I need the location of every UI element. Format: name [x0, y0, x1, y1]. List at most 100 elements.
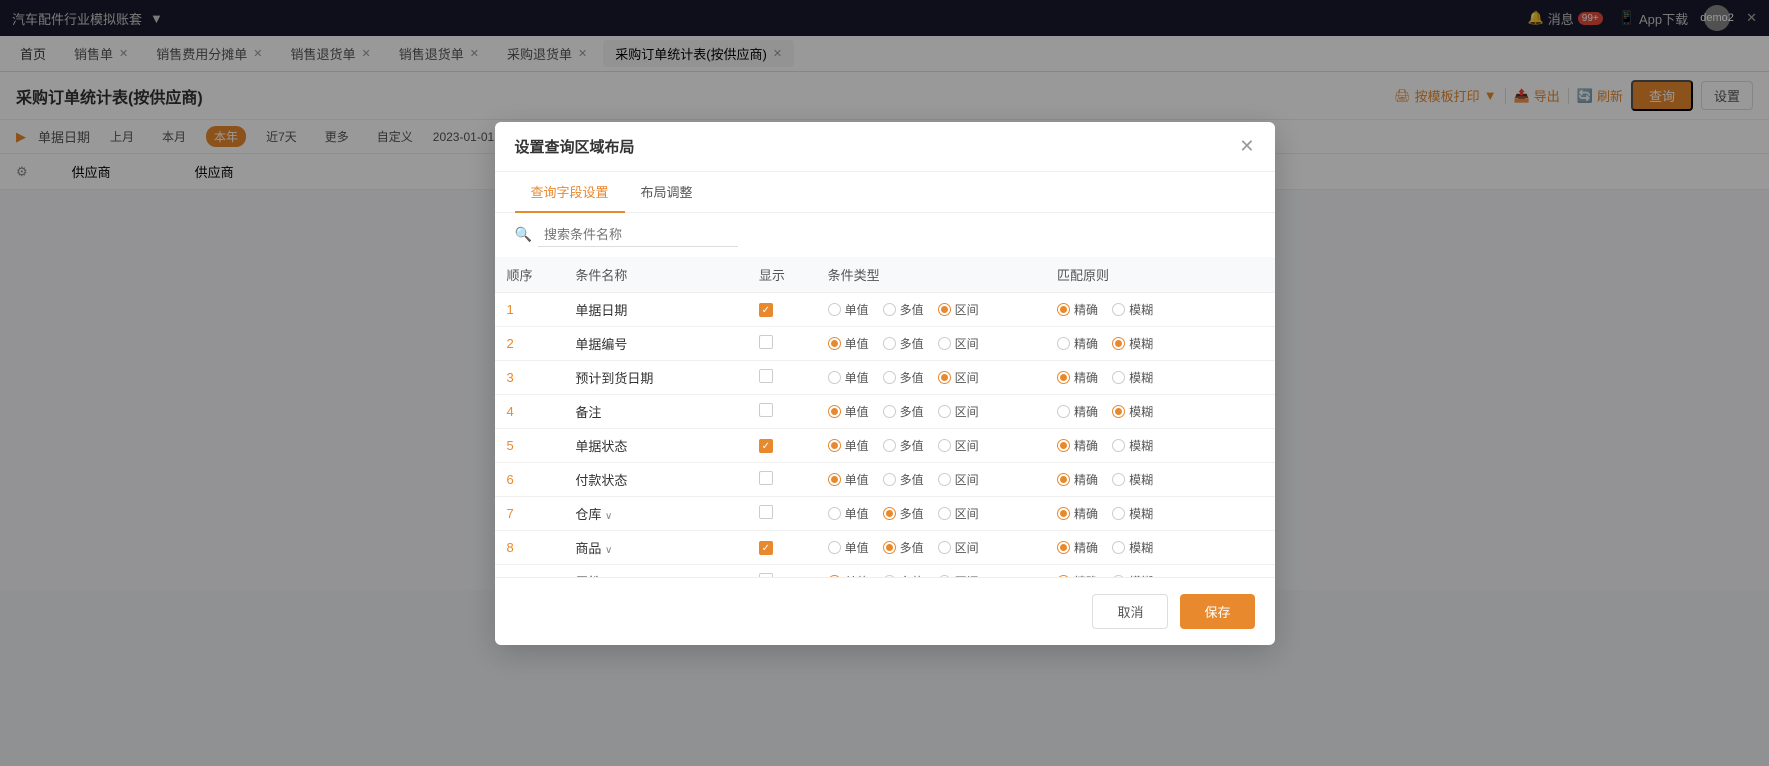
modal-overlay[interactable]: 设置查询区域布局 ✕ 查询字段设置 布局调整 🔍 顺序 条件名称 [0, 0, 1769, 766]
match-radio-模糊[interactable]: 模糊 [1112, 539, 1153, 556]
radio-label: 区间 [955, 471, 979, 488]
radio-circle [1057, 337, 1070, 350]
type-radio-多值[interactable]: 多值 [883, 301, 924, 318]
row-condition-name: 仓库 ∨ [563, 496, 747, 530]
th-display: 显示 [747, 257, 816, 293]
type-radio-多值[interactable]: 多值 [883, 403, 924, 420]
display-checkbox[interactable] [759, 439, 773, 453]
display-checkbox[interactable] [759, 403, 773, 417]
row-display-checkbox[interactable] [747, 360, 816, 394]
type-radio-单值[interactable]: 单值 [828, 505, 869, 522]
type-radio-单值[interactable]: 单值 [828, 437, 869, 454]
radio-circle [1057, 371, 1070, 384]
type-radio-区间[interactable]: 区间 [938, 335, 979, 352]
match-radio-模糊[interactable]: 模糊 [1112, 335, 1153, 352]
match-radio-精确[interactable]: 精确 [1057, 437, 1098, 454]
type-radio-多值[interactable]: 多值 [883, 505, 924, 522]
type-radio-多值[interactable]: 多值 [883, 437, 924, 454]
radio-circle [1112, 303, 1125, 316]
row-display-checkbox[interactable] [747, 530, 816, 564]
display-checkbox[interactable] [759, 471, 773, 485]
row-condition-name: 属性 ∨ [563, 564, 747, 577]
row-order: 4 [495, 394, 564, 428]
type-radio-多值[interactable]: 多值 [883, 369, 924, 386]
row-display-checkbox[interactable] [747, 326, 816, 360]
modal-tab-fields[interactable]: 查询字段设置 [515, 172, 625, 213]
type-radio-单值[interactable]: 单值 [828, 301, 869, 318]
display-checkbox[interactable] [759, 303, 773, 317]
row-display-checkbox[interactable] [747, 292, 816, 326]
radio-circle [1112, 473, 1125, 486]
row-match-radio: 精确模糊 [1045, 530, 1274, 564]
match-radio-精确[interactable]: 精确 [1057, 539, 1098, 556]
display-checkbox[interactable] [759, 541, 773, 555]
match-radio-模糊[interactable]: 模糊 [1112, 369, 1153, 386]
radio-circle [1112, 541, 1125, 554]
row-type-radio: 单值多值区间 [816, 394, 1045, 428]
match-radio-模糊[interactable]: 模糊 [1112, 437, 1153, 454]
settings-table-wrap: 顺序 条件名称 显示 条件类型 匹配原则 1单据日期单值多值区间精确模糊2单据编… [495, 257, 1275, 577]
match-radio-模糊[interactable]: 模糊 [1112, 505, 1153, 522]
match-radio-模糊[interactable]: 模糊 [1112, 403, 1153, 420]
match-radio-精确[interactable]: 精确 [1057, 335, 1098, 352]
modal-tabs: 查询字段设置 布局调整 [495, 172, 1275, 213]
type-radio-单值[interactable]: 单值 [828, 335, 869, 352]
type-radio-多值[interactable]: 多值 [883, 471, 924, 488]
row-order: 9 [495, 564, 564, 577]
modal-search-input[interactable] [538, 223, 738, 247]
type-radio-单值[interactable]: 单值 [828, 403, 869, 420]
match-radio-精确[interactable]: 精确 [1057, 301, 1098, 318]
save-button[interactable]: 保存 [1180, 594, 1254, 629]
type-radio-区间[interactable]: 区间 [938, 403, 979, 420]
type-radio-区间[interactable]: 区间 [938, 369, 979, 386]
row-order: 1 [495, 292, 564, 326]
radio-circle [883, 507, 896, 520]
display-checkbox[interactable] [759, 369, 773, 383]
radio-circle [1057, 439, 1070, 452]
type-radio-单值[interactable]: 单值 [828, 369, 869, 386]
type-radio-区间[interactable]: 区间 [938, 505, 979, 522]
type-radio-多值[interactable]: 多值 [883, 539, 924, 556]
radio-label: 精确 [1074, 539, 1098, 556]
radio-label: 精确 [1074, 369, 1098, 386]
type-radio-单值[interactable]: 单值 [828, 471, 869, 488]
radio-circle [828, 541, 841, 554]
type-radio-单值[interactable]: 单值 [828, 539, 869, 556]
row-type-radio: 单值多值 区间 [816, 360, 1045, 394]
type-radio-区间[interactable]: 区间 [938, 301, 979, 318]
row-display-checkbox[interactable] [747, 564, 816, 577]
cancel-button[interactable]: 取消 [1092, 594, 1168, 629]
type-radio-区间[interactable]: 区间 [938, 437, 979, 454]
row-condition-name: 单据日期 [563, 292, 747, 326]
row-display-checkbox[interactable] [747, 428, 816, 462]
type-radio-多值[interactable]: 多值 [883, 335, 924, 352]
match-radio-模糊[interactable]: 模糊 [1112, 301, 1153, 318]
modal-close-btn[interactable]: ✕ [1239, 136, 1254, 157]
radio-label: 精确 [1074, 505, 1098, 522]
radio-label: 单值 [845, 403, 869, 420]
match-radio-模糊[interactable]: 模糊 [1112, 471, 1153, 488]
radio-label: 多值 [900, 471, 924, 488]
settings-table: 顺序 条件名称 显示 条件类型 匹配原则 1单据日期单值多值区间精确模糊2单据编… [495, 257, 1275, 577]
table-row: 4备注单值多值区间精确模糊 [495, 394, 1275, 428]
modal-tab-layout[interactable]: 布局调整 [625, 172, 709, 213]
match-radio-精确[interactable]: 精确 [1057, 369, 1098, 386]
dropdown-arrow-icon: ∨ [605, 511, 612, 522]
match-radio-精确[interactable]: 精确 [1057, 403, 1098, 420]
display-checkbox[interactable] [759, 335, 773, 349]
display-checkbox[interactable] [759, 505, 773, 519]
radio-circle [1112, 507, 1125, 520]
radio-label: 区间 [955, 369, 979, 386]
match-radio-精确[interactable]: 精确 [1057, 505, 1098, 522]
row-display-checkbox[interactable] [747, 496, 816, 530]
radio-circle [938, 371, 951, 384]
row-display-checkbox[interactable] [747, 394, 816, 428]
table-row: 8商品 ∨单值多值区间精确模糊 [495, 530, 1275, 564]
type-radio-区间[interactable]: 区间 [938, 471, 979, 488]
modal-title: 设置查询区域布局 [515, 136, 635, 157]
match-radio-精确[interactable]: 精确 [1057, 471, 1098, 488]
row-display-checkbox[interactable] [747, 462, 816, 496]
type-radio-区间[interactable]: 区间 [938, 539, 979, 556]
radio-label: 区间 [955, 505, 979, 522]
radio-circle [938, 473, 951, 486]
